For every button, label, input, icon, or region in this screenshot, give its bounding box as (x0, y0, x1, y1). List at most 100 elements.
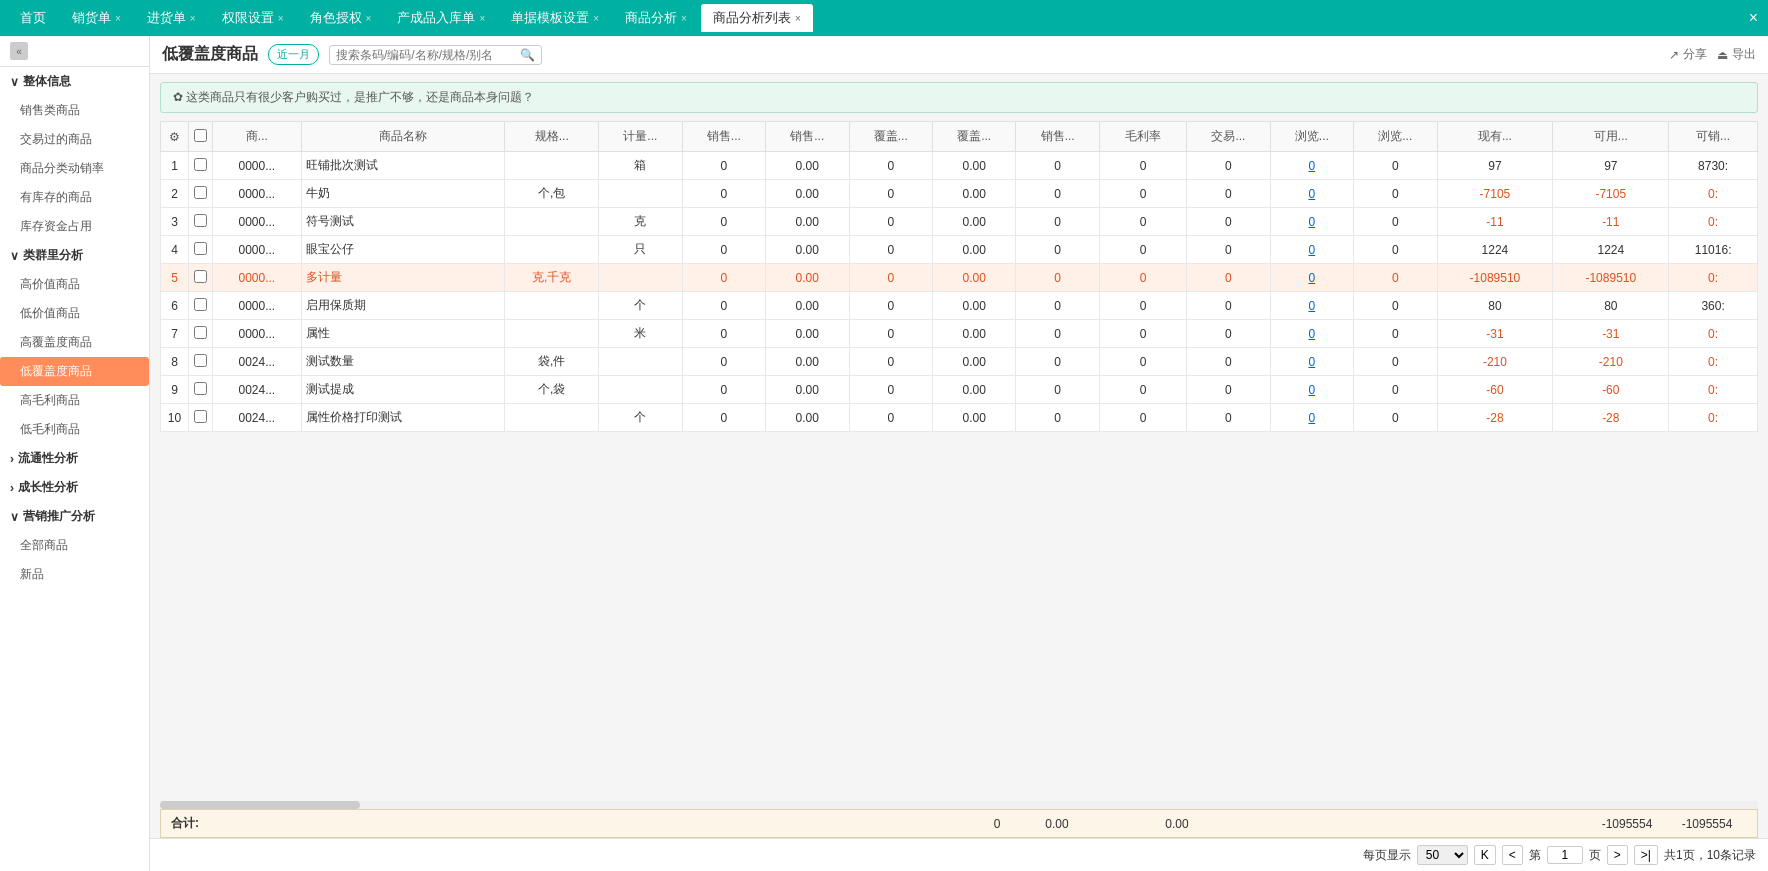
sidebar-item-high-margin[interactable]: 高毛利商品 (0, 386, 149, 415)
nav-tab-permissions[interactable]: 权限设置 × (210, 4, 296, 32)
cell-checkbox[interactable] (189, 404, 213, 432)
nav-tab-warehouse[interactable]: 产成品入库单 × (385, 4, 497, 32)
sidebar-collapse-button[interactable]: « (10, 42, 28, 60)
sidebar-item-high-value[interactable]: 高价值商品 (0, 270, 149, 299)
row-checkbox[interactable] (194, 214, 207, 227)
cell-stock3: 0: (1669, 264, 1758, 292)
share-button[interactable]: ↗ 分享 (1669, 46, 1707, 63)
last-page-button[interactable]: >| (1634, 845, 1658, 865)
row-checkbox[interactable] (194, 410, 207, 423)
search-icon[interactable]: 🔍 (520, 48, 535, 62)
cell-checkbox[interactable] (189, 208, 213, 236)
cell-checkbox[interactable] (189, 264, 213, 292)
cell-unit: 克 (599, 208, 682, 236)
cell-checkbox[interactable] (189, 376, 213, 404)
cell-checkbox[interactable] (189, 348, 213, 376)
select-all-checkbox[interactable] (194, 129, 207, 142)
cell-browse1[interactable]: 0 (1270, 348, 1353, 376)
th-checkbox[interactable] (189, 122, 213, 152)
close-icon[interactable]: × (366, 13, 372, 24)
cell-browse1[interactable]: 0 (1270, 236, 1353, 264)
sidebar-item-low-value[interactable]: 低价值商品 (0, 299, 149, 328)
sidebar-item-low-coverage[interactable]: 低覆盖度商品 (0, 357, 149, 386)
cell-stock2: -7105 (1553, 180, 1669, 208)
row-checkbox[interactable] (194, 326, 207, 339)
close-icon[interactable]: × (681, 13, 687, 24)
sidebar-item-inventory-funds[interactable]: 库存资金占用 (0, 212, 149, 241)
cell-stock3: 360: (1669, 292, 1758, 320)
th-browse2: 浏览... (1354, 122, 1437, 152)
close-icon[interactable]: × (593, 13, 599, 24)
row-checkbox[interactable] (194, 186, 207, 199)
cell-cover2: 0.00 (932, 376, 1015, 404)
cell-sales3: 0 (1016, 320, 1099, 348)
page-size-select[interactable]: 50 20 100 (1417, 845, 1468, 865)
cell-checkbox[interactable] (189, 152, 213, 180)
nav-tab-roles[interactable]: 角色授权 × (298, 4, 384, 32)
close-icon[interactable]: × (795, 13, 801, 24)
cell-cover2: 0.00 (932, 320, 1015, 348)
nav-tab-sales[interactable]: 销货单 × (60, 4, 133, 32)
cell-browse1[interactable]: 0 (1270, 264, 1353, 292)
cell-checkbox[interactable] (189, 292, 213, 320)
sidebar-item-sales-products[interactable]: 销售类商品 (0, 96, 149, 125)
close-icon[interactable]: × (479, 13, 485, 24)
close-icon[interactable]: × (115, 13, 121, 24)
cell-browse1[interactable]: 0 (1270, 208, 1353, 236)
sidebar-section-cluster[interactable]: ∨ 类群里分析 (0, 241, 149, 270)
horizontal-scrollbar[interactable] (160, 801, 1758, 809)
table-row: 10000...旺铺批次测试箱00.0000.000000097978730: (161, 152, 1758, 180)
nav-tab-analysis[interactable]: 商品分析 × (613, 4, 699, 32)
footer-stock2: -1095554 (1667, 817, 1747, 831)
cell-cover2: 0.00 (932, 404, 1015, 432)
cell-name: 牛奶 (301, 180, 505, 208)
close-all-button[interactable]: × (1749, 9, 1758, 27)
sidebar-section-overall[interactable]: ∨ 整体信息 (0, 67, 149, 96)
cell-browse1[interactable]: 0 (1270, 376, 1353, 404)
cell-checkbox[interactable] (189, 180, 213, 208)
first-page-button[interactable]: K (1474, 845, 1496, 865)
page-number-input[interactable] (1547, 846, 1583, 864)
sidebar-item-new-products[interactable]: 新品 (0, 560, 149, 589)
sidebar-item-high-coverage[interactable]: 高覆盖度商品 (0, 328, 149, 357)
row-checkbox[interactable] (194, 242, 207, 255)
sidebar-item-category-rate[interactable]: 商品分类动销率 (0, 154, 149, 183)
row-checkbox[interactable] (194, 354, 207, 367)
cell-checkbox[interactable] (189, 236, 213, 264)
sidebar-item-traded-products[interactable]: 交易过的商品 (0, 125, 149, 154)
cell-checkbox[interactable] (189, 320, 213, 348)
sidebar-item-low-margin[interactable]: 低毛利商品 (0, 415, 149, 444)
next-page-button[interactable]: > (1607, 845, 1628, 865)
cell-browse1[interactable]: 0 (1270, 320, 1353, 348)
search-input[interactable] (336, 48, 516, 62)
nav-tab-purchase[interactable]: 进货单 × (135, 4, 208, 32)
cell-browse1[interactable]: 0 (1270, 292, 1353, 320)
prev-page-button[interactable]: < (1502, 845, 1523, 865)
sidebar-section-marketing[interactable]: ∨ 营销推广分析 (0, 502, 149, 531)
cell-browse1[interactable]: 0 (1270, 152, 1353, 180)
cell-num: 2 (161, 180, 189, 208)
sidebar-item-stocked-products[interactable]: 有库存的商品 (0, 183, 149, 212)
th-settings[interactable]: ⚙ (161, 122, 189, 152)
table-row: 30000...符号测试克00.0000.0000000-11-110: (161, 208, 1758, 236)
cell-cover1: 0 (849, 404, 932, 432)
cell-num: 4 (161, 236, 189, 264)
nav-tab-home[interactable]: 首页 (8, 4, 58, 32)
close-icon[interactable]: × (190, 13, 196, 24)
close-icon[interactable]: × (278, 13, 284, 24)
nav-tab-template[interactable]: 单据模板设置 × (499, 4, 611, 32)
cell-browse1[interactable]: 0 (1270, 404, 1353, 432)
row-checkbox[interactable] (194, 382, 207, 395)
row-checkbox[interactable] (194, 270, 207, 283)
row-checkbox[interactable] (194, 158, 207, 171)
sidebar-section-growth[interactable]: › 成长性分析 (0, 473, 149, 502)
cell-code: 0000... (213, 180, 302, 208)
row-checkbox[interactable] (194, 298, 207, 311)
sidebar-section-liquidity[interactable]: › 流通性分析 (0, 444, 149, 473)
nav-tab-analysis-list[interactable]: 商品分析列表 × (701, 4, 813, 32)
sidebar-item-all-products[interactable]: 全部商品 (0, 531, 149, 560)
table-container[interactable]: ⚙ 商... 商品名称 规格... 计量... 销售... 销售... 覆盖..… (160, 121, 1758, 801)
cell-browse1[interactable]: 0 (1270, 180, 1353, 208)
time-filter-button[interactable]: 近一月 (268, 44, 319, 65)
export-button[interactable]: ⏏ 导出 (1717, 46, 1756, 63)
